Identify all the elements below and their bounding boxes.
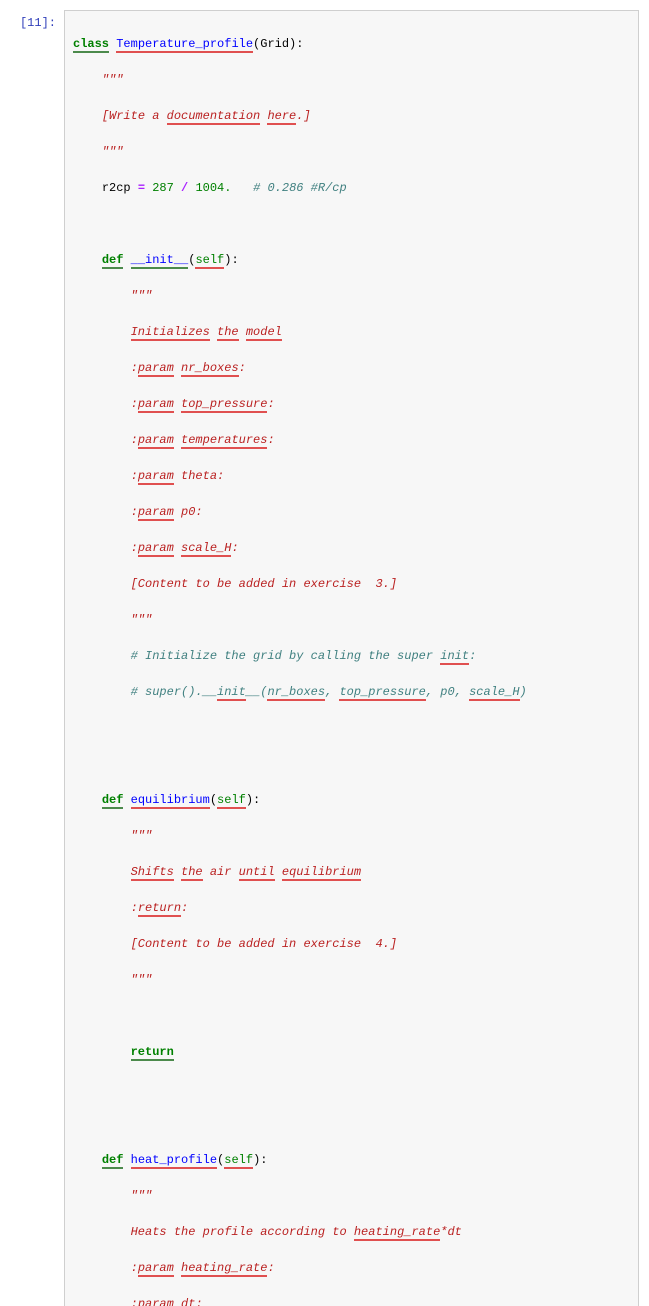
punct: ): <box>246 793 260 807</box>
punct: ( <box>217 1153 224 1167</box>
docstring-text: :param nr_boxes: <box>131 361 246 375</box>
keyword-class: class <box>73 38 109 53</box>
docstring-text: :param temperatures: <box>131 433 275 447</box>
punct: ): <box>253 1153 267 1167</box>
docstring-quote: """ <box>131 829 153 843</box>
punct: (Grid): <box>253 37 303 51</box>
punct: ( <box>188 253 195 267</box>
keyword-def: def <box>102 254 124 269</box>
docstring-text: model <box>246 326 282 341</box>
keyword-return: return <box>131 1046 174 1061</box>
code-input[interactable]: class Temperature_profile(Grid): """ [Wr… <box>64 10 639 1306</box>
literal: 287 <box>145 181 181 195</box>
docstring-text: :return: <box>131 901 189 915</box>
method-name-equilibrium: equilibrium <box>131 794 210 809</box>
comment: # super().__init__(nr_boxes, top_pressur… <box>131 685 527 699</box>
docstring-text: :param theta: <box>131 469 225 483</box>
keyword-def: def <box>102 794 124 809</box>
docstring-quote: """ <box>131 973 153 987</box>
comment: # 0.286 #R/cp <box>253 181 347 195</box>
docstring-text: [Write a documentation here.] <box>102 109 311 123</box>
self-arg: self <box>195 254 224 269</box>
docstring-quote: """ <box>131 613 153 627</box>
self-arg: self <box>217 794 246 809</box>
docstring-text: :param p0: <box>131 505 203 519</box>
op: = <box>138 181 145 195</box>
docstring-text: :param dt: <box>131 1297 203 1306</box>
notebook-cell: [11]: class Temperature_profile(Grid): "… <box>10 10 639 1306</box>
docstring-text: Shifts the air until equilibrium <box>131 865 361 879</box>
docstring-quote: """ <box>102 73 124 87</box>
docstring-quote: """ <box>131 289 153 303</box>
literal: 1004. <box>188 181 253 195</box>
docstring-quote: """ <box>131 1189 153 1203</box>
docstring-text: the <box>217 326 239 341</box>
self-arg: self <box>224 1154 253 1169</box>
method-name-init: __init__ <box>131 254 189 269</box>
docstring-text: [Content to be added in exercise 3.] <box>131 577 397 591</box>
docstring-text: :param scale_H: <box>131 541 239 555</box>
docstring-text: Heats the profile according to heating_r… <box>131 1225 462 1239</box>
docstring-text: :param heating_rate: <box>131 1261 275 1275</box>
punct: ): <box>224 253 238 267</box>
comment: # Initialize the grid by calling the sup… <box>131 649 477 663</box>
punct: ( <box>210 793 217 807</box>
class-name: Temperature_profile <box>116 38 253 53</box>
docstring-text: Initializes <box>131 326 210 341</box>
input-prompt: [11]: <box>10 10 64 36</box>
docstring-text: :param top_pressure: <box>131 397 275 411</box>
docstring-quote: """ <box>102 145 124 159</box>
var-name: r2cp <box>102 181 138 195</box>
docstring-text: [Content to be added in exercise 4.] <box>131 937 397 951</box>
keyword-def: def <box>102 1154 124 1169</box>
method-name-heat-profile: heat_profile <box>131 1154 217 1169</box>
